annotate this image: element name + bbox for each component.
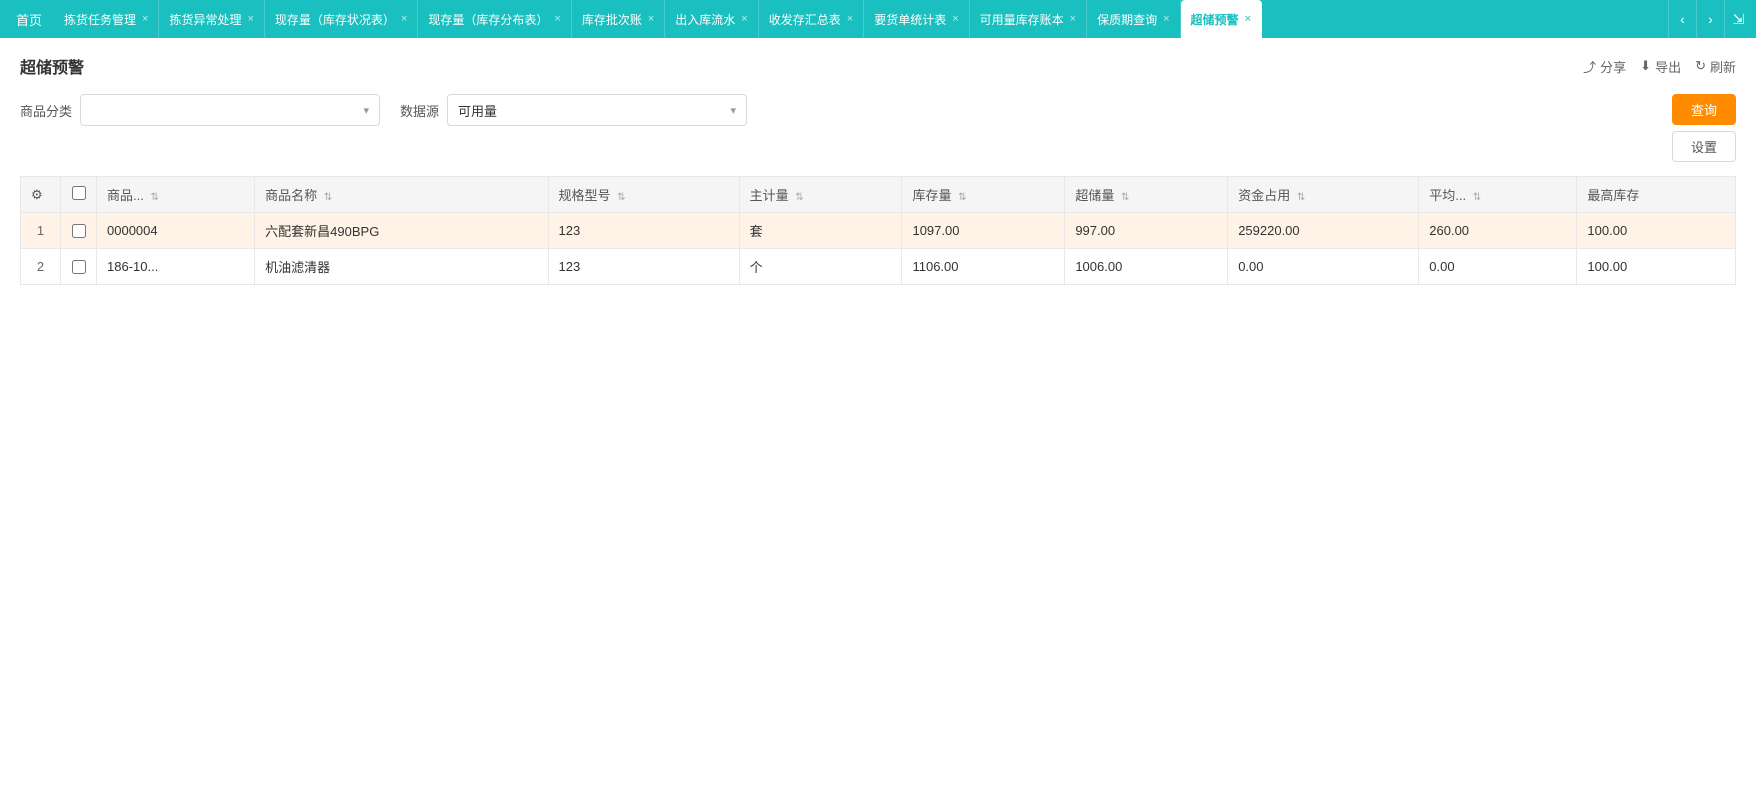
close-tab-3[interactable]: × <box>554 13 560 25</box>
select-all-checkbox[interactable] <box>72 186 86 200</box>
row-product-name-0: 六配套新昌490BPG <box>255 213 548 249</box>
nav-tab-2[interactable]: 现存量（库存状况表） × <box>265 0 418 38</box>
close-tab-5[interactable]: × <box>741 13 747 25</box>
th-spec[interactable]: 规格型号 ⇅ <box>548 177 739 213</box>
nav-tab-6[interactable]: 收发存汇总表 × <box>759 0 864 38</box>
close-tab-7[interactable]: × <box>952 13 958 25</box>
nav-expand-btn[interactable]: ⇲ <box>1724 0 1752 38</box>
query-button[interactable]: 查询 <box>1672 94 1736 125</box>
refresh-button[interactable]: ↻ 刷新 <box>1695 57 1736 76</box>
table-header-row: ⚙ 商品... ⇅ 商品名称 ⇅ 规格型号 ⇅ 主计量 <box>21 177 1736 213</box>
table-row: 1 0000004 六配套新昌490BPG 123 套 1097.00 997.… <box>21 213 1736 249</box>
row-checkbox-0[interactable] <box>72 224 86 238</box>
sort-icon-over-stock: ⇅ <box>1121 192 1129 203</box>
close-tab-6[interactable]: × <box>847 13 853 25</box>
th-stock[interactable]: 库存量 ⇅ <box>902 177 1065 213</box>
row-avg-0: 260.00 <box>1419 213 1577 249</box>
th-avg[interactable]: 平均... ⇅ <box>1419 177 1577 213</box>
page-content: 超储预警 ⤴ 分享 ⬇ 导出 ↻ 刷新 商品分类 <box>0 38 1756 800</box>
datasource-label: 数据源 <box>400 101 439 120</box>
nav-tab-1[interactable]: 拣货异常处理 × <box>159 0 264 38</box>
category-select-arrow: ▾ <box>363 104 369 117</box>
nav-tab-4[interactable]: 库存批次账 × <box>572 0 665 38</box>
th-product-code[interactable]: 商品... ⇅ <box>97 177 255 213</box>
nav-arrows: ‹ › ⇲ <box>1668 0 1752 38</box>
category-label: 商品分类 <box>20 101 72 120</box>
data-table: ⚙ 商品... ⇅ 商品名称 ⇅ 规格型号 ⇅ 主计量 <box>20 176 1736 285</box>
sort-icon-avg: ⇅ <box>1473 192 1481 203</box>
close-tab-10[interactable]: × <box>1245 13 1251 25</box>
close-tab-9[interactable]: × <box>1163 13 1169 25</box>
th-capital[interactable]: 资金占用 ⇅ <box>1228 177 1419 213</box>
row-stock-1: 1106.00 <box>902 249 1065 285</box>
row-spec-0: 123 <box>548 213 739 249</box>
gear-icon: ⚙ <box>31 187 43 202</box>
row-spec-1: 123 <box>548 249 739 285</box>
nav-home[interactable]: 首页 <box>4 10 54 29</box>
settings-button[interactable]: 设置 <box>1672 131 1736 162</box>
row-product-name-1: 机油滤清器 <box>255 249 548 285</box>
nav-tab-8[interactable]: 可用量库存账本 × <box>970 0 1087 38</box>
row-num-0: 1 <box>21 213 61 249</box>
sort-icon-capital: ⇅ <box>1297 192 1305 203</box>
row-unit-0: 套 <box>739 213 902 249</box>
row-capital-0: 259220.00 <box>1228 213 1419 249</box>
close-tab-2[interactable]: × <box>401 13 407 25</box>
sort-icon-spec: ⇅ <box>617 192 625 203</box>
refresh-icon: ↻ <box>1695 58 1706 74</box>
close-tab-0[interactable]: × <box>142 13 148 25</box>
th-over-stock[interactable]: 超储量 ⇅ <box>1065 177 1228 213</box>
nav-next-btn[interactable]: › <box>1696 0 1724 38</box>
category-select[interactable]: ▾ <box>80 94 380 126</box>
row-max-stock-1: 100.00 <box>1577 249 1736 285</box>
datasource-select[interactable]: 可用量 ▾ <box>447 94 747 126</box>
row-unit-1: 个 <box>739 249 902 285</box>
table-row: 2 186-10... 机油滤清器 123 个 1106.00 1006.00 … <box>21 249 1736 285</box>
nav-tab-0[interactable]: 拣货任务管理 × <box>54 0 159 38</box>
row-over-stock-1: 1006.00 <box>1065 249 1228 285</box>
row-checkbox-1[interactable] <box>72 260 86 274</box>
page-title: 超储预警 <box>20 54 84 78</box>
sort-icon-stock: ⇅ <box>958 192 966 203</box>
close-tab-4[interactable]: × <box>648 13 654 25</box>
datasource-value: 可用量 <box>458 101 497 120</box>
row-num-1: 2 <box>21 249 61 285</box>
datasource-select-arrow: ▾ <box>731 104 737 117</box>
header-actions: ⤴ 分享 ⬇ 导出 ↻ 刷新 <box>1583 57 1736 76</box>
row-avg-1: 0.00 <box>1419 249 1577 285</box>
export-icon: ⬇ <box>1640 58 1651 74</box>
row-over-stock-0: 997.00 <box>1065 213 1228 249</box>
th-max-stock[interactable]: 最高库存 <box>1577 177 1736 213</box>
row-checkbox-cell-0[interactable] <box>61 213 97 249</box>
page-header: 超储预警 ⤴ 分享 ⬇ 导出 ↻ 刷新 <box>20 54 1736 78</box>
export-button[interactable]: ⬇ 导出 <box>1640 57 1681 76</box>
nav-tab-7[interactable]: 要货单统计表 × <box>864 0 969 38</box>
row-capital-1: 0.00 <box>1228 249 1419 285</box>
th-unit[interactable]: 主计量 ⇅ <box>739 177 902 213</box>
row-product-code-0: 0000004 <box>97 213 255 249</box>
th-settings[interactable]: ⚙ <box>21 177 61 213</box>
share-button[interactable]: ⤴ 分享 <box>1583 57 1626 76</box>
row-max-stock-0: 100.00 <box>1577 213 1736 249</box>
row-checkbox-cell-1[interactable] <box>61 249 97 285</box>
nav-tab-5[interactable]: 出入库流水 × <box>665 0 758 38</box>
share-icon: ⤴ <box>1583 57 1596 76</box>
row-stock-0: 1097.00 <box>902 213 1065 249</box>
nav-prev-btn[interactable]: ‹ <box>1668 0 1696 38</box>
datasource-filter-group: 数据源 可用量 ▾ <box>400 94 747 126</box>
top-navigation: 首页 拣货任务管理 × 拣货异常处理 × 现存量（库存状况表） × 现存量（库存… <box>0 0 1756 38</box>
nav-tab-10[interactable]: 超储预警 × <box>1181 0 1262 38</box>
sort-icon-product-code: ⇅ <box>150 192 158 203</box>
filter-row: 商品分类 ▾ 数据源 可用量 ▾ <box>20 94 1656 126</box>
close-tab-1[interactable]: × <box>247 13 253 25</box>
sort-icon-unit: ⇅ <box>795 192 803 203</box>
close-tab-8[interactable]: × <box>1070 13 1076 25</box>
sort-icon-product-name: ⇅ <box>324 192 332 203</box>
nav-tab-9[interactable]: 保质期查询 × <box>1087 0 1180 38</box>
row-product-code-1: 186-10... <box>97 249 255 285</box>
category-filter-group: 商品分类 ▾ <box>20 94 380 126</box>
th-product-name[interactable]: 商品名称 ⇅ <box>255 177 548 213</box>
th-checkbox[interactable] <box>61 177 97 213</box>
nav-tab-3[interactable]: 现存量（库存分布表） × <box>418 0 571 38</box>
